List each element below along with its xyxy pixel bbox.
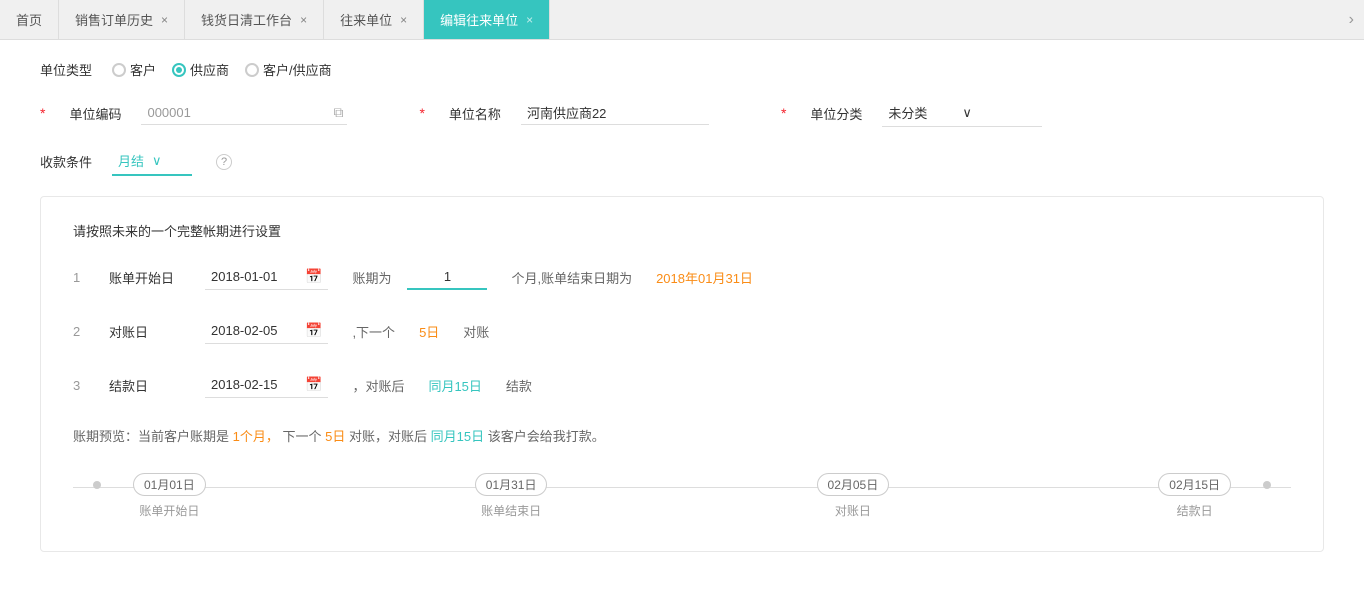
preview-highlight3: 同月15日 [431, 429, 484, 444]
step-3-date-input: 📅 [205, 372, 328, 398]
tab-bar: 首页 销售订单历史 × 钱货日清工作台 × 往来单位 × 编辑往来单位 × › [0, 0, 1364, 40]
preview-highlight2: 5日 [325, 429, 345, 444]
help-icon[interactable]: ? [216, 154, 232, 170]
timeline-label-4: 结款日 [1177, 502, 1213, 519]
radio-customer-circle [112, 63, 126, 77]
radio-both[interactable]: 客户/供应商 [245, 60, 332, 79]
unit-code-input[interactable] [141, 101, 329, 124]
timeline-points: 01月01日 账单开始日 01月31日 账单结束日 02月05日 对账日 02月… [93, 473, 1271, 519]
unit-type-radio-group: 客户 供应商 客户/供应商 [112, 60, 332, 79]
step-3-highlight: 同月15日 [428, 376, 481, 395]
timeline-point-2: 01月31日 账单结束日 [475, 473, 548, 519]
timeline-start-dot [93, 481, 101, 489]
payment-terms-select[interactable]: 月结 ∨ [112, 147, 192, 176]
preview-suffix: 该客户会给我打款。 [488, 429, 605, 444]
step-1-date-field[interactable] [211, 269, 301, 284]
step-1-desc-after: 个月,账单结束日期为 [511, 268, 632, 287]
step-3-cal-icon[interactable]: 📅 [305, 376, 322, 393]
radio-supplier-circle [172, 63, 186, 77]
unit-code-label: 单位编码 [69, 104, 121, 123]
tab-partner[interactable]: 往来单位 × [324, 0, 424, 39]
step-2-desc: ,下一个 [352, 322, 395, 341]
radio-both-circle [245, 63, 259, 77]
timeline-end-dot [1263, 481, 1271, 489]
unit-type-label: 单位类型 [40, 60, 92, 79]
tab-sales-history[interactable]: 销售订单历史 × [59, 0, 185, 39]
step-2-label: 对账日 [109, 322, 189, 341]
timeline-badge-1: 01月01日 [133, 473, 206, 496]
unit-name-input[interactable] [521, 101, 709, 125]
step-1-cal-icon[interactable]: 📅 [305, 268, 322, 285]
copy-icon[interactable]: ⧉ [329, 104, 347, 121]
step-1-num: 1 [73, 270, 93, 285]
timeline-label-1: 账单开始日 [139, 502, 199, 519]
unit-category-select[interactable]: 未分类 ∨ [882, 99, 1042, 127]
step-2-suffix: 对账 [463, 322, 489, 341]
timeline-items: 01月01日 账单开始日 01月31日 账单结束日 02月05日 对账日 02月… [93, 473, 1271, 519]
payment-terms-row: 收款条件 月结 ∨ ? [40, 147, 1324, 176]
unit-category-label: 单位分类 [810, 104, 862, 123]
step-3-suffix: 结款 [506, 376, 532, 395]
step-1-end-date: 2018年01月31日 [656, 268, 753, 287]
timeline-point-3: 02月05日 对账日 [817, 473, 890, 519]
tab-home[interactable]: 首页 [0, 0, 59, 39]
tab-more-button[interactable]: › [1339, 0, 1364, 39]
step-1-row: 1 账单开始日 📅 账期为 个月,账单结束日期为 2018年01月31日 [73, 264, 1291, 290]
close-sales-history[interactable]: × [161, 13, 168, 27]
timeline-label-2: 账单结束日 [481, 502, 541, 519]
radio-customer[interactable]: 客户 [112, 60, 156, 79]
step-1-label: 账单开始日 [109, 268, 189, 287]
step-2-date-input: 📅 [205, 318, 328, 344]
timeline-badge-4: 02月15日 [1158, 473, 1231, 496]
step-3-desc-prefix: ，对账后 [352, 376, 404, 395]
payment-terms-dropdown-icon: ∨ [152, 153, 186, 169]
step-3-row: 3 结款日 📅 ，对账后 同月15日 结款 [73, 372, 1291, 398]
step-3-num: 3 [73, 378, 93, 393]
timeline-left-endpoint [93, 481, 101, 489]
tab-cash-ledger[interactable]: 钱货日清工作台 × [185, 0, 324, 39]
payment-terms-label: 收款条件 [40, 152, 92, 171]
timeline-right-endpoint [1263, 481, 1271, 489]
preview-text2: 对账，对账后 [349, 429, 427, 444]
radio-supplier[interactable]: 供应商 [172, 60, 229, 79]
step-1-date-input: 📅 [205, 264, 328, 290]
unit-code-input-wrapper: ⧉ [141, 101, 347, 125]
timeline-badge-2: 01月31日 [475, 473, 548, 496]
card-instruction: 请按照未来的一个完整帐期进行设置 [73, 221, 1291, 240]
timeline-badge-3: 02月05日 [817, 473, 890, 496]
preview-prefix: 账期预览：当前客户账期是 [73, 429, 229, 444]
timeline-point-1: 01月01日 账单开始日 [133, 473, 206, 519]
main-content: 单位类型 客户 供应商 客户/供应商 * 单位编码 ⧉ * 单位名称 [0, 40, 1364, 608]
step-1-period-input[interactable] [407, 265, 487, 290]
step-2-cal-icon[interactable]: 📅 [305, 322, 322, 339]
preview-highlight1: 1个月， [233, 429, 279, 444]
step-3-label: 结款日 [109, 376, 189, 395]
unit-type-row: 单位类型 客户 供应商 客户/供应商 [40, 60, 1324, 79]
preview-text: 账期预览：当前客户账期是 1个月， 下一个 5日 对账，对账后 同月15日 该客… [73, 426, 1291, 445]
step-2-date-field[interactable] [211, 323, 301, 338]
close-cash-ledger[interactable]: × [300, 13, 307, 27]
close-edit-partner[interactable]: × [526, 13, 533, 27]
unit-name-label: 单位名称 [449, 104, 501, 123]
category-dropdown-icon: ∨ [962, 105, 1036, 121]
step-2-highlight: 5日 [419, 322, 439, 341]
code-name-category-row: * 单位编码 ⧉ * 单位名称 * 单位分类 未分类 ∨ [40, 99, 1324, 127]
timeline-container: 01月01日 账单开始日 01月31日 账单结束日 02月05日 对账日 02月… [73, 473, 1291, 519]
step-2-num: 2 [73, 324, 93, 339]
step-2-row: 2 对账日 📅 ,下一个 5日 对账 [73, 318, 1291, 344]
step-1-desc-before: 账期为 [352, 268, 391, 287]
settings-card: 请按照未来的一个完整帐期进行设置 1 账单开始日 📅 账期为 个月,账单结束日期… [40, 196, 1324, 552]
timeline-point-4: 02月15日 结款日 [1158, 473, 1231, 519]
step-3-date-field[interactable] [211, 377, 301, 392]
tab-edit-partner[interactable]: 编辑往来单位 × [424, 0, 550, 39]
preview-middle: 下一个 [283, 429, 322, 444]
close-partner[interactable]: × [400, 13, 407, 27]
payment-terms-value: 月结 [118, 151, 152, 170]
timeline-label-3: 对账日 [835, 502, 871, 519]
